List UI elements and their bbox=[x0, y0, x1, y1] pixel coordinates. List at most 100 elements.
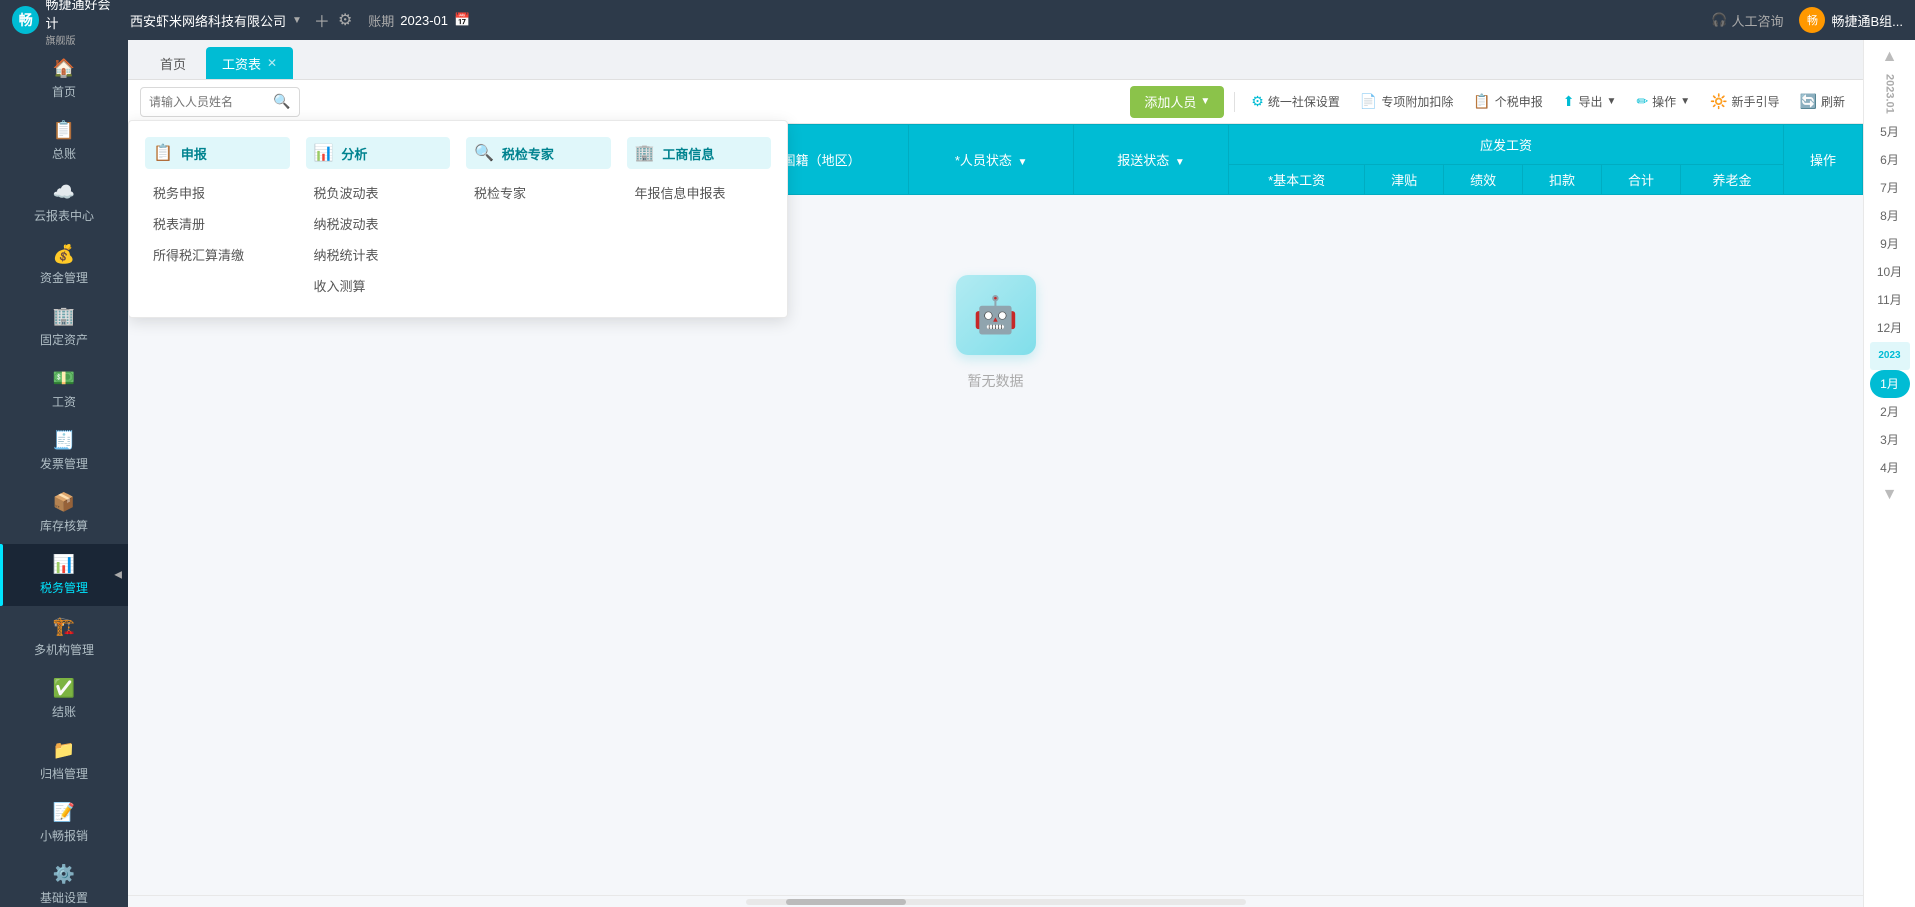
divider-1 bbox=[1234, 92, 1235, 112]
export-icon: ⬆ bbox=[1563, 93, 1575, 110]
sidebar-item-expense[interactable]: 📝 小畅报销 bbox=[0, 792, 128, 854]
timeline-month-9[interactable]: 9月 bbox=[1870, 230, 1910, 258]
cloud-icon: ☁️ bbox=[53, 182, 75, 203]
logo: 畅 畅捷通好会计 旗舰版 bbox=[12, 0, 122, 47]
timeline-month-7[interactable]: 7月 bbox=[1870, 174, 1910, 202]
period-value[interactable]: 2023-01 bbox=[400, 13, 448, 28]
dropdown-item-tax-wave[interactable]: 纳税波动表 bbox=[306, 208, 451, 239]
sidebar-item-invoice[interactable]: 🧾 发票管理 bbox=[0, 420, 128, 482]
dropdown-section-header-analysis: 📊 分析 bbox=[306, 137, 451, 169]
tab-home[interactable]: 首页 bbox=[144, 47, 202, 79]
assets-icon: 🏢 bbox=[53, 306, 75, 327]
th-deduction: 扣款 bbox=[1523, 165, 1602, 195]
tab-payroll-label: 工资表 bbox=[222, 54, 261, 73]
timeline-month-5[interactable]: 5月 bbox=[1870, 118, 1910, 146]
social-insurance-btn[interactable]: ⚙ 统一社保设置 bbox=[1245, 87, 1346, 117]
sidebar-item-inventory[interactable]: 📦 库存核算 bbox=[0, 482, 128, 544]
special-deduction-btn[interactable]: 📄 专项附加扣除 bbox=[1354, 87, 1459, 117]
dropdown-section-analysis: 📊 分析 税负波动表 纳税波动表 纳税统计表 收入测算 bbox=[306, 137, 451, 301]
export-label: 导出 bbox=[1579, 93, 1603, 110]
content-area: 首页 工资表 ✕ 🔍 添加人员 ▼ ⚙ 统一社保设置 📄 bbox=[128, 40, 1863, 907]
scroll-track bbox=[746, 899, 1246, 905]
new-guide-label: 新手引导 bbox=[1732, 93, 1780, 110]
company-selector[interactable]: 西安虾米网络科技有限公司 ▼ bbox=[130, 11, 302, 30]
timeline-month-8[interactable]: 8月 bbox=[1870, 202, 1910, 230]
export-dropdown-icon: ▼ bbox=[1607, 96, 1617, 107]
search-input[interactable] bbox=[149, 95, 269, 109]
tabs-bar: 首页 工资表 ✕ bbox=[128, 40, 1863, 80]
dropdown-section-header-taxcheck: 🔍 税检专家 bbox=[466, 137, 611, 169]
export-btn[interactable]: ⬆ 导出 ▼ bbox=[1557, 87, 1623, 117]
calendar-icon[interactable]: 📅 bbox=[454, 12, 470, 28]
th-report-status: 报送状态 ▼ bbox=[1073, 125, 1228, 195]
timeline-month-2[interactable]: 2月 bbox=[1870, 398, 1910, 426]
analysis-section-icon: 📊 bbox=[314, 143, 334, 163]
sidebar-item-assets[interactable]: 🏢 固定资产 bbox=[0, 296, 128, 358]
dropdown-item-tax-stats[interactable]: 纳税统计表 bbox=[306, 239, 451, 270]
sidebar-item-home[interactable]: 🏠 首页 bbox=[0, 48, 128, 110]
sidebar-item-funds[interactable]: 💰 资金管理 bbox=[0, 234, 128, 296]
dropdown-item-income-estimate[interactable]: 收入测算 bbox=[306, 270, 451, 301]
th-allowance: 津贴 bbox=[1365, 165, 1444, 195]
scroll-thumb[interactable] bbox=[786, 899, 906, 905]
timeline-month-1[interactable]: 1月 bbox=[1870, 370, 1910, 398]
dropdown-section-header-declare: 📋 申报 bbox=[145, 137, 290, 169]
tax-report-icon: 📋 bbox=[1473, 93, 1490, 110]
timeline-month-12[interactable]: 12月 bbox=[1870, 314, 1910, 342]
th-performance: 绩效 bbox=[1444, 165, 1523, 195]
tax-report-label: 个税申报 bbox=[1495, 93, 1543, 110]
timeline-month-6[interactable]: 6月 bbox=[1870, 146, 1910, 174]
logo-icon: 畅 bbox=[12, 6, 39, 34]
sidebar-item-ledger[interactable]: 📋 总账 bbox=[0, 110, 128, 172]
timeline-current-year: 2023 bbox=[1870, 342, 1910, 370]
dropdown-item-tax-declare[interactable]: 税务申报 bbox=[145, 177, 290, 208]
invoice-icon: 🧾 bbox=[53, 430, 75, 451]
operation-icon: ✏ bbox=[1636, 93, 1648, 110]
help-button[interactable]: 🎧 人工咨询 bbox=[1711, 11, 1783, 30]
dropdown-item-income-tax[interactable]: 所得税汇算清缴 bbox=[145, 239, 290, 270]
add-icon[interactable]: ＋ bbox=[314, 8, 330, 32]
sidebar-item-tax[interactable]: 📊 税务管理 ◀ bbox=[0, 544, 128, 606]
business-section-title: 工商信息 bbox=[662, 144, 714, 163]
new-guide-btn[interactable]: 🔆 新手引导 bbox=[1704, 87, 1785, 117]
timeline-month-10[interactable]: 10月 bbox=[1870, 258, 1910, 286]
sidebar-item-salary[interactable]: 💵 工资 bbox=[0, 358, 128, 420]
search-box[interactable]: 🔍 bbox=[140, 87, 300, 117]
sidebar-item-archive[interactable]: 📁 归档管理 bbox=[0, 730, 128, 792]
company-dropdown-icon[interactable]: ▼ bbox=[292, 15, 302, 26]
timeline-month-4[interactable]: 4月 bbox=[1870, 454, 1910, 482]
refresh-label: 刷新 bbox=[1821, 93, 1845, 110]
declare-section-title: 申报 bbox=[181, 144, 207, 163]
dropdown-section-declare: 📋 申报 税务申报 税表清册 所得税汇算清缴 bbox=[145, 137, 290, 301]
tab-payroll[interactable]: 工资表 ✕ bbox=[206, 47, 293, 79]
main-layout: 🏠 首页 📋 总账 ☁️ 云报表中心 💰 资金管理 🏢 固定资产 💵 工资 🧾 … bbox=[0, 40, 1915, 907]
dropdown-item-annual-report[interactable]: 年报信息申报表 bbox=[627, 177, 772, 208]
refresh-icon: 🔄 bbox=[1800, 93, 1817, 110]
add-person-label: 添加人员 bbox=[1144, 92, 1196, 111]
operation-label: 操作 bbox=[1652, 93, 1676, 110]
sidebar-item-multi-org[interactable]: 🏗️ 多机构管理 bbox=[0, 606, 128, 668]
sidebar-item-close-account[interactable]: ✅ 结账 bbox=[0, 668, 128, 730]
dropdown-item-tax-burden[interactable]: 税负波动表 bbox=[306, 177, 451, 208]
add-person-button[interactable]: 添加人员 ▼ bbox=[1130, 86, 1224, 118]
sidebar-item-basic-settings[interactable]: ⚙️ 基础设置 bbox=[0, 854, 128, 907]
funds-icon: 💰 bbox=[53, 244, 75, 265]
operation-btn[interactable]: ✏ 操作 ▼ bbox=[1630, 87, 1696, 117]
tax-report-btn[interactable]: 📋 个税申报 bbox=[1467, 87, 1548, 117]
settings-icon[interactable]: ⚙ bbox=[338, 10, 352, 30]
user-menu[interactable]: 畅 畅捷通B组... bbox=[1799, 7, 1903, 33]
refresh-btn[interactable]: 🔄 刷新 bbox=[1794, 87, 1851, 117]
tab-payroll-close[interactable]: ✕ bbox=[267, 56, 277, 70]
dropdown-item-taxcheck-expert[interactable]: 税检专家 bbox=[466, 177, 611, 208]
timeline-month-11[interactable]: 11月 bbox=[1870, 286, 1910, 314]
dropdown-item-tax-form[interactable]: 税表清册 bbox=[145, 208, 290, 239]
timeline-up-nav[interactable]: ▲ bbox=[1878, 44, 1902, 70]
social-insurance-label: 统一社保设置 bbox=[1268, 93, 1340, 110]
timeline-month-3[interactable]: 3月 bbox=[1870, 426, 1910, 454]
logo-text: 畅捷通好会计 bbox=[45, 0, 122, 32]
scroll-bar[interactable] bbox=[128, 895, 1863, 907]
timeline-down-nav[interactable]: ▼ bbox=[1878, 482, 1902, 508]
collapse-icon[interactable]: ◀ bbox=[114, 570, 122, 581]
sidebar-item-cloud-report[interactable]: ☁️ 云报表中心 bbox=[0, 172, 128, 234]
toolbar: 🔍 添加人员 ▼ ⚙ 统一社保设置 📄 专项附加扣除 📋 个税申报 ⬆ 导 bbox=[128, 80, 1863, 124]
